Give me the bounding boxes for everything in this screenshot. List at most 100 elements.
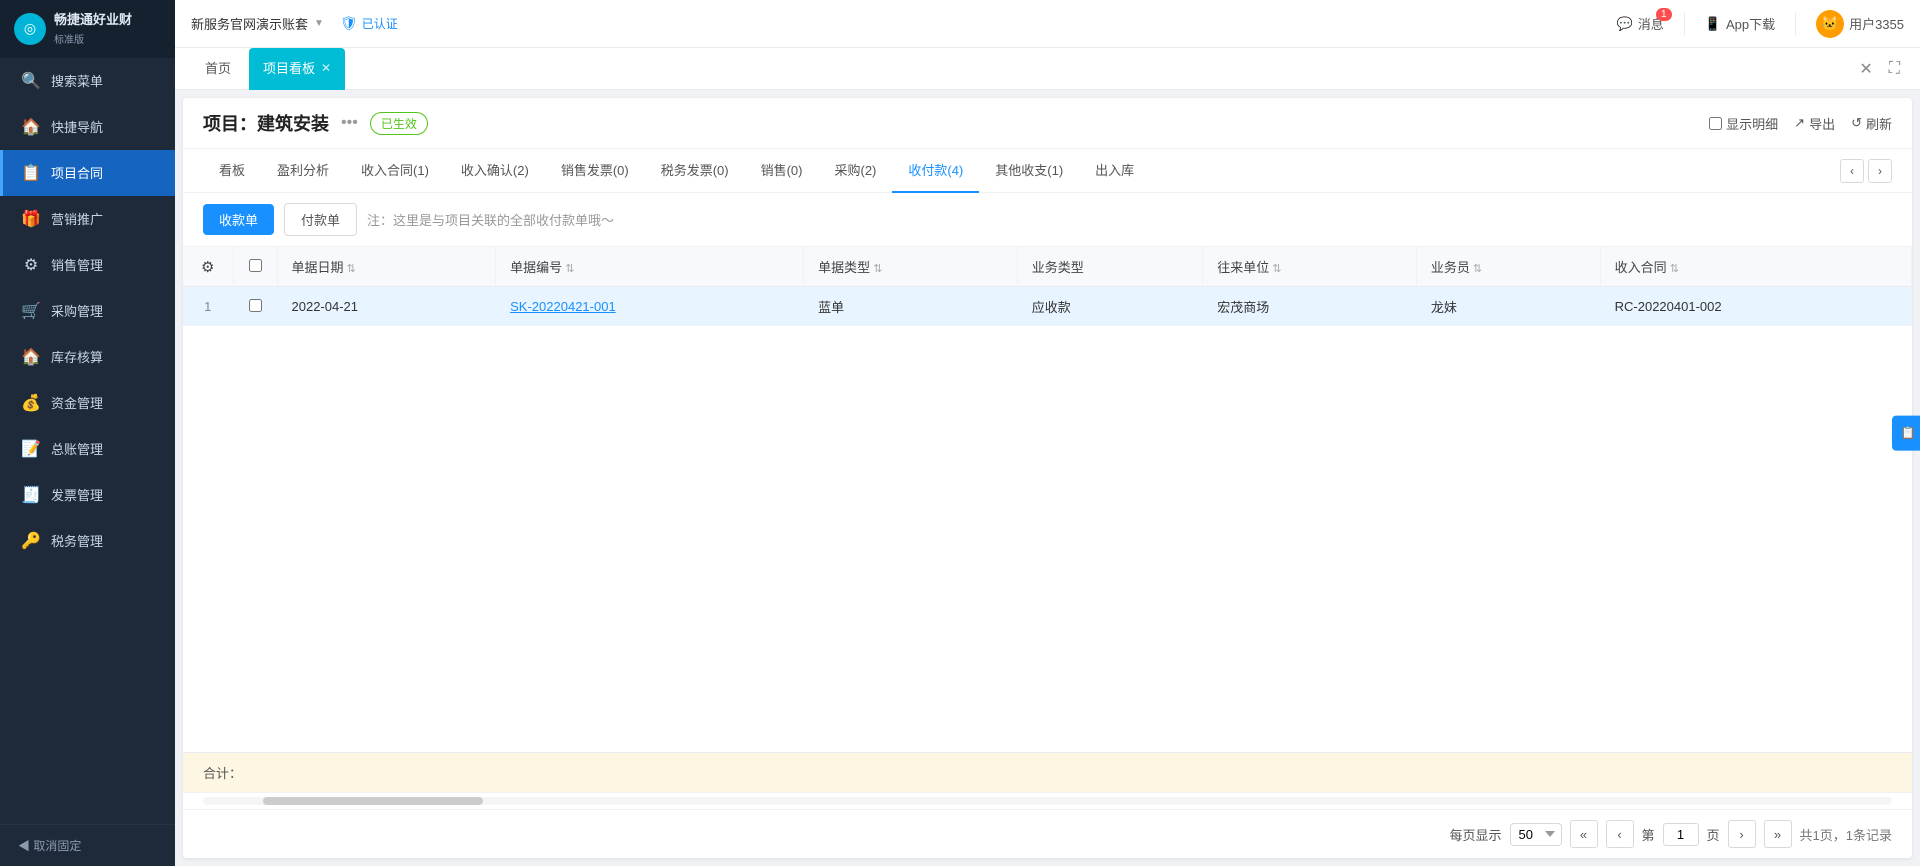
export-icon: ↗ (1794, 115, 1805, 131)
account-name: 新服务官网演示账套 (191, 14, 308, 33)
subtab-tax-invoice[interactable]: 税务发票(0) (645, 149, 745, 193)
refresh-icon: ↺ (1851, 115, 1862, 131)
project-actions: 显示明细 ↗ 导出 ↺ 刷新 (1709, 114, 1892, 133)
subtab-profit[interactable]: 盈利分析 (261, 149, 345, 193)
scrollbar-thumb[interactable] (263, 797, 483, 805)
select-all-checkbox[interactable] (249, 259, 262, 272)
column-type-header[interactable]: 单据类型 (804, 247, 1018, 287)
quick-action-button[interactable]: 📋 (1892, 416, 1920, 451)
column-number-header[interactable]: 单据编号 (496, 247, 804, 287)
sidebar-item-marketing[interactable]: 🎁 营销推广 (0, 196, 175, 242)
account-selector[interactable]: 新服务官网演示账套 ▼ (191, 14, 324, 33)
record-link[interactable]: SK-20220421-001 (510, 299, 616, 314)
tab-project-board[interactable]: 项目看板 ✕ (249, 48, 345, 90)
current-page-input[interactable] (1663, 823, 1699, 846)
sidebar-item-tax[interactable]: 🔑 税务管理 (0, 518, 175, 564)
sidebar-item-shortcut[interactable]: 🏠 快捷导航 (0, 104, 175, 150)
sidebar-item-label: 快捷导航 (51, 117, 103, 136)
show-detail-label: 显示明细 (1726, 114, 1778, 133)
sidebar-item-label: 搜索菜单 (51, 71, 103, 90)
horizontal-scrollbar[interactable] (203, 797, 1892, 805)
subtab-income-contract-label: 收入合同(1) (361, 160, 429, 179)
subtab-income-contract[interactable]: 收入合同(1) (345, 149, 445, 193)
row-partner: 宏茂商场 (1203, 287, 1417, 327)
sidebar-item-invoice[interactable]: 🧾 发票管理 (0, 472, 175, 518)
subtab-other-expense-label: 其他收支(1) (995, 160, 1063, 179)
sidebar-item-sales[interactable]: ⚙ 销售管理 (0, 242, 175, 288)
subtab-next-button[interactable]: › (1868, 159, 1892, 183)
subtab-income-confirm[interactable]: 收入确认(2) (445, 149, 545, 193)
sidebar-item-label: 发票管理 (51, 485, 103, 504)
subtab-receipt[interactable]: 收付款(4) (892, 149, 979, 193)
show-detail-input[interactable] (1709, 117, 1722, 130)
row-number[interactable]: SK-20220421-001 (496, 287, 804, 327)
prev-page-button[interactable]: ‹ (1606, 820, 1634, 848)
close-window-button[interactable]: ✕ (1855, 55, 1876, 83)
user-label: 用户3355 (1849, 14, 1904, 33)
logo-text: 畅捷通好业财 标准版 (54, 12, 132, 46)
receipt-btn[interactable]: 收款单 (203, 204, 274, 235)
column-income-contract-header[interactable]: 收入合同 (1600, 247, 1911, 287)
column-date-header[interactable]: 单据日期 (277, 247, 496, 287)
certified-label: 已认证 (362, 15, 398, 32)
divider (1684, 12, 1685, 36)
pagination: 每页显示 50 100 200 « ‹ 第 页 › » 共1页，1条记录 (183, 809, 1912, 858)
first-page-button[interactable]: « (1570, 820, 1598, 848)
maximize-button[interactable]: ⛶ (1885, 55, 1904, 83)
project-prefix: 项目： (203, 114, 257, 134)
tab-home[interactable]: 首页 (191, 48, 245, 90)
phone-icon: 📱 (1705, 16, 1721, 32)
export-button[interactable]: ↗ 导出 (1794, 114, 1835, 133)
app-download-button[interactable]: 📱 App下载 (1705, 14, 1775, 33)
project-name: 建筑安装 (257, 114, 329, 134)
column-partner-header[interactable]: 往来单位 (1203, 247, 1417, 287)
sidebar-item-purchase[interactable]: 🛒 采购管理 (0, 288, 175, 334)
content-area: 项目：建筑安装 ••• 已生效 显示明细 ↗ 导出 ↺ 刷新 (183, 98, 1912, 858)
page-size-label: 每页显示 (1449, 825, 1501, 844)
subtab-board[interactable]: 看板 (203, 149, 261, 193)
sidebar-item-ledger[interactable]: 📝 总账管理 (0, 426, 175, 472)
payment-btn[interactable]: 付款单 (284, 203, 357, 236)
subtab-navigation: ‹ › (1840, 159, 1892, 183)
refresh-button[interactable]: ↺ 刷新 (1851, 114, 1892, 133)
subtab-sales-invoice-label: 销售发票(0) (561, 160, 629, 179)
sidebar-logo: ◎ 畅捷通好业财 标准版 (0, 0, 175, 58)
row-date: 2022-04-21 (277, 287, 496, 327)
subtab-purchase-label: 采购(2) (834, 160, 876, 179)
show-detail-checkbox[interactable]: 显示明细 (1709, 114, 1778, 133)
subtab-sales-label: 销售(0) (761, 160, 803, 179)
subtab-sales[interactable]: 销售(0) (745, 149, 819, 193)
message-icon: 💬 (1617, 16, 1633, 32)
sidebar-unpin[interactable]: ◀ 取消固定 (0, 824, 175, 866)
subtab-sales-invoice[interactable]: 销售发票(0) (545, 149, 645, 193)
subtab-inout-label: 出入库 (1095, 160, 1134, 179)
topbar: 新服务官网演示账套 ▼ 🛡 已认证 💬 消息 1 📱 App下载 🐱 用户335… (175, 0, 1920, 48)
sidebar-item-search[interactable]: 🔍 搜索菜单 (0, 58, 175, 104)
column-checkbox-header[interactable] (233, 247, 277, 287)
subtab-prev-button[interactable]: ‹ (1840, 159, 1864, 183)
message-badge: 1 (1656, 8, 1672, 21)
tax-icon: 🔑 (21, 531, 41, 551)
column-settings-header[interactable]: ⚙ (183, 247, 233, 287)
subtab-other-expense[interactable]: 其他收支(1) (979, 149, 1079, 193)
user-menu[interactable]: 🐱 用户3355 (1816, 10, 1904, 38)
project-title: 项目：建筑安装 (203, 110, 329, 136)
row-select-checkbox[interactable] (249, 299, 262, 312)
next-page-button[interactable]: › (1728, 820, 1756, 848)
sidebar-item-capital[interactable]: 💰 资金管理 (0, 380, 175, 426)
last-page-button[interactable]: » (1764, 820, 1792, 848)
subtab-inout[interactable]: 出入库 (1079, 149, 1150, 193)
column-salesman-header[interactable]: 业务员 (1416, 247, 1600, 287)
message-button[interactable]: 💬 消息 1 (1617, 14, 1664, 33)
purchase-icon: 🛒 (21, 301, 41, 321)
sidebar-item-project[interactable]: 📋 项目合同 (0, 150, 175, 196)
sidebar-item-inventory[interactable]: 🏠 库存核算 (0, 334, 175, 380)
subtab-purchase[interactable]: 采购(2) (818, 149, 892, 193)
tab-close-icon[interactable]: ✕ (321, 61, 331, 75)
certified-badge: 🛡 已认证 (340, 15, 398, 32)
page-size-select[interactable]: 50 100 200 (1510, 823, 1562, 846)
project-more-button[interactable]: ••• (341, 114, 358, 132)
search-icon: 🔍 (21, 71, 41, 91)
row-checkbox[interactable] (233, 287, 277, 327)
page-total-info: 共1页，1条记录 (1800, 825, 1892, 844)
